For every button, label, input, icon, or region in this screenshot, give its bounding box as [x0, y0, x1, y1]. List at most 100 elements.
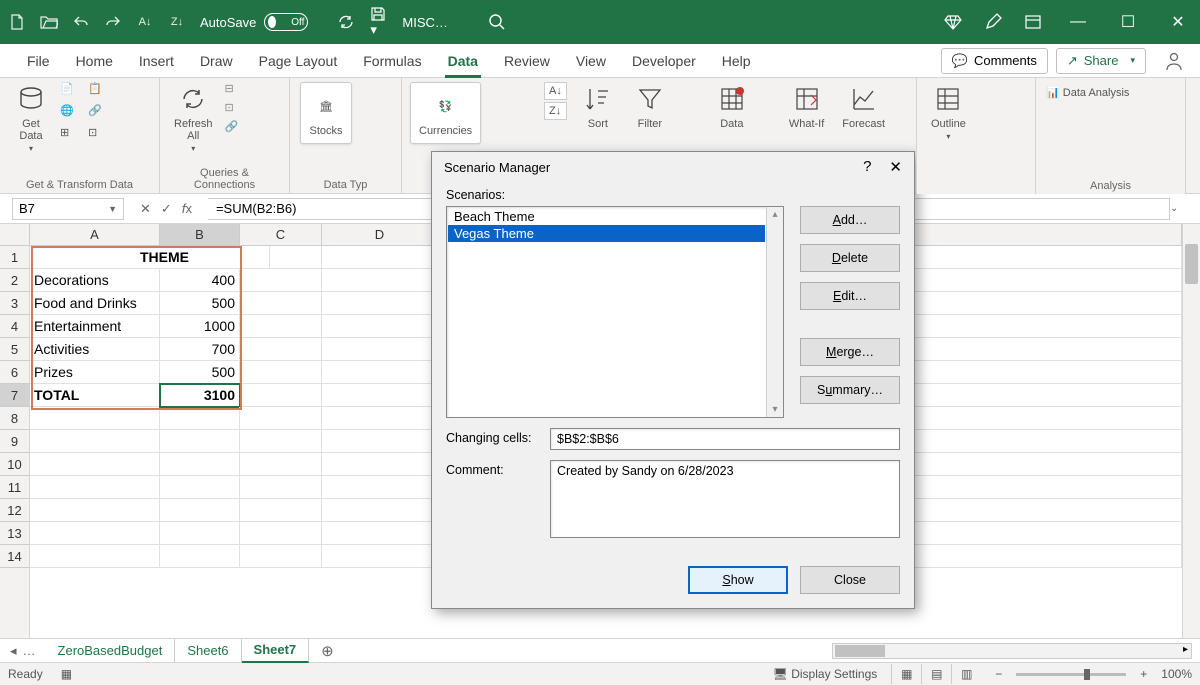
add-scenario-button[interactable]: Add… [800, 206, 900, 234]
cell[interactable] [160, 499, 240, 522]
row-header[interactable]: 10 [0, 453, 29, 476]
summary-button[interactable]: Summary… [800, 376, 900, 404]
sort-desc-icon[interactable]: Z↓ [168, 13, 186, 31]
listbox-scrollbar[interactable]: ▴▾ [766, 207, 783, 417]
save-icon[interactable]: ▾ [370, 6, 386, 38]
cell[interactable] [322, 338, 438, 361]
cell[interactable] [240, 453, 322, 476]
cell[interactable] [30, 522, 160, 545]
cell[interactable] [240, 315, 322, 338]
cell[interactable] [240, 269, 322, 292]
cell[interactable]: Activities [30, 338, 160, 361]
zoom-in-icon[interactable]: + [1140, 667, 1147, 681]
scenario-list-item[interactable]: Vegas Theme [448, 225, 765, 242]
cell[interactable] [322, 545, 438, 568]
cell[interactable] [240, 522, 322, 545]
cancel-formula-icon[interactable]: ✕ [140, 201, 151, 217]
from-text-icon[interactable]: 📄 [60, 82, 80, 102]
currencies-type-button[interactable]: 💱Currencies [410, 82, 481, 144]
row-header[interactable]: 8 [0, 407, 29, 430]
forecast-button[interactable]: Forecast [838, 82, 889, 130]
row-header[interactable]: 9 [0, 430, 29, 453]
zoom-out-icon[interactable]: − [995, 667, 1002, 681]
pen-icon[interactable] [984, 13, 1002, 31]
what-if-button[interactable]: What-If [785, 82, 828, 130]
tab-help[interactable]: Help [709, 44, 764, 78]
cell[interactable] [240, 476, 322, 499]
row-header[interactable]: 7 [0, 384, 29, 407]
row-header[interactable]: 12 [0, 499, 29, 522]
macro-record-icon[interactable]: ▦ [61, 667, 72, 681]
row-header[interactable]: 6 [0, 361, 29, 384]
refresh-icon[interactable] [338, 14, 354, 30]
row-header[interactable]: 11 [0, 476, 29, 499]
outline-button[interactable]: Outline▾ [927, 82, 970, 141]
tab-view[interactable]: View [563, 44, 619, 78]
tab-developer[interactable]: Developer [619, 44, 709, 78]
cell[interactable]: Entertainment [30, 315, 160, 338]
cell[interactable] [160, 430, 240, 453]
tab-insert[interactable]: Insert [126, 44, 187, 78]
normal-view-icon[interactable]: ▦ [891, 664, 921, 684]
filter-button[interactable]: Filter [629, 82, 671, 130]
share-button[interactable]: ↗ Share▾ [1056, 48, 1146, 74]
cell[interactable] [240, 361, 322, 384]
cell[interactable] [240, 499, 322, 522]
cell[interactable]: Prizes [30, 361, 160, 384]
cell[interactable]: THEME [60, 246, 270, 269]
cell[interactable] [30, 476, 160, 499]
row-header[interactable]: 1 [0, 246, 29, 269]
cell[interactable] [322, 407, 438, 430]
name-box[interactable]: B7▼ [12, 198, 124, 220]
open-file-icon[interactable] [40, 13, 58, 31]
redo-icon[interactable] [104, 13, 122, 31]
diamond-icon[interactable] [944, 13, 962, 31]
cell[interactable] [322, 384, 438, 407]
autosave-toggle[interactable]: Off [264, 13, 308, 31]
sort-za-icon[interactable]: Z↓ [544, 102, 567, 120]
zoom-level[interactable]: 100% [1161, 667, 1192, 681]
row-header[interactable]: 2 [0, 269, 29, 292]
cell[interactable]: 1000 [160, 315, 240, 338]
fx-icon[interactable]: fx [182, 201, 192, 217]
cell[interactable] [160, 522, 240, 545]
cell[interactable] [322, 453, 438, 476]
enter-formula-icon[interactable]: ✓ [161, 201, 172, 217]
sheet-nav-dots[interactable]: … [23, 643, 36, 659]
add-sheet-button[interactable]: ⊕ [309, 642, 346, 660]
search-icon[interactable] [488, 13, 506, 31]
page-break-view-icon[interactable]: ▥ [951, 664, 981, 684]
cell[interactable] [240, 430, 322, 453]
get-data-button[interactable]: Get Data▾ [10, 82, 52, 153]
column-header[interactable]: C [240, 224, 322, 246]
cell[interactable] [240, 407, 322, 430]
cell[interactable]: Decorations [30, 269, 160, 292]
cell[interactable]: 500 [160, 292, 240, 315]
row-header[interactable]: 13 [0, 522, 29, 545]
cell[interactable] [30, 453, 160, 476]
data-tools-button[interactable]: Data [711, 82, 753, 130]
edit-links-icon[interactable]: 🔗 [225, 120, 239, 133]
cell[interactable]: 3100 [160, 384, 240, 407]
merge-scenarios-button[interactable]: Merge… [800, 338, 900, 366]
comment-field[interactable]: Created by Sandy on 6/28/2023 [550, 460, 900, 538]
display-settings-button[interactable]: 🖥 Display Settings [773, 667, 878, 681]
properties-icon[interactable]: ⊡ [225, 101, 239, 114]
existing-conn-icon[interactable]: 🔗 [88, 104, 108, 124]
delete-scenario-button[interactable]: Delete [800, 244, 900, 272]
cell[interactable] [30, 407, 160, 430]
cell[interactable]: 400 [160, 269, 240, 292]
cell[interactable] [322, 361, 438, 384]
cell[interactable] [240, 545, 322, 568]
tab-review[interactable]: Review [491, 44, 563, 78]
undo-icon[interactable] [72, 13, 90, 31]
cell[interactable] [322, 430, 438, 453]
vertical-scrollbar[interactable] [1182, 224, 1200, 638]
stocks-type-button[interactable]: 🏛Stocks [300, 82, 352, 144]
close-button[interactable]: ✕ [1164, 12, 1192, 32]
scenario-list-item[interactable]: Beach Theme [448, 208, 765, 225]
misc-icon[interactable]: ⊡ [88, 126, 108, 146]
sort-asc-icon[interactable]: A↓ [136, 13, 154, 31]
cell[interactable] [240, 338, 322, 361]
row-header[interactable]: 3 [0, 292, 29, 315]
